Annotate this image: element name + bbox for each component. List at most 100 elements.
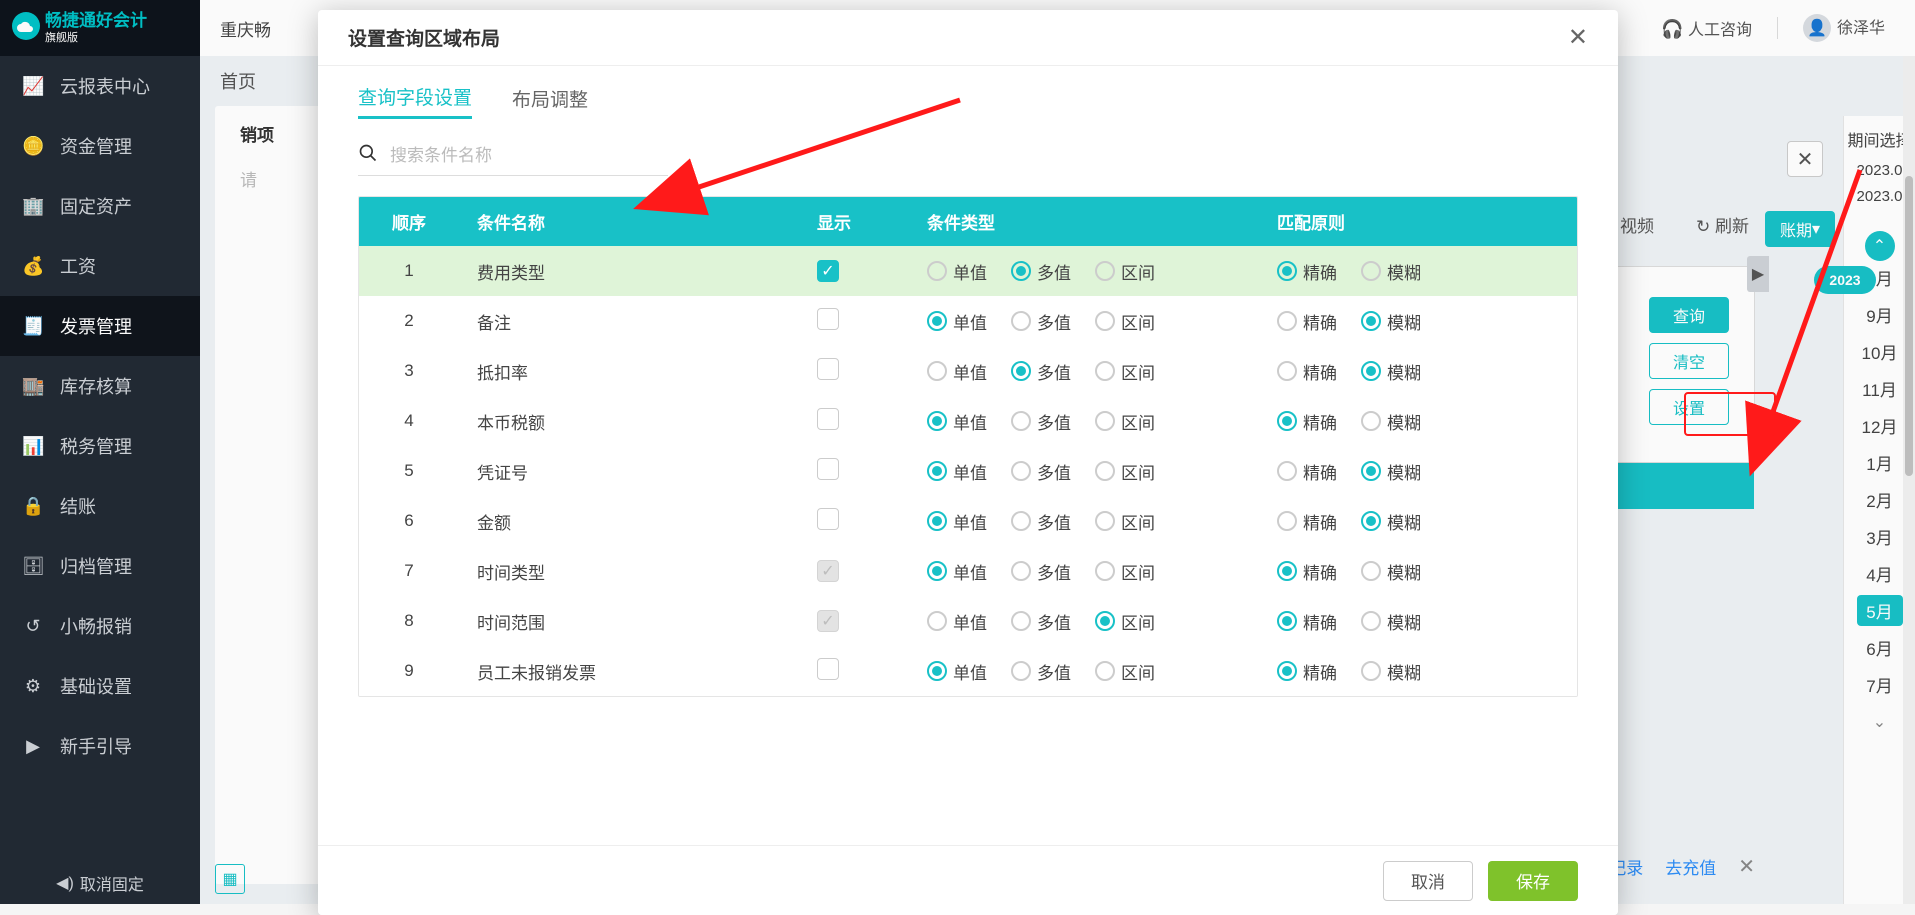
match-radio-0[interactable]: 精确 xyxy=(1277,609,1337,634)
save-button[interactable]: 保存 xyxy=(1488,861,1578,901)
type-radio-1[interactable]: 多值 xyxy=(1011,359,1071,384)
match-radio-0[interactable]: 精确 xyxy=(1277,359,1337,384)
type-radio-1[interactable]: 多值 xyxy=(1011,259,1071,284)
match-radio-1[interactable]: 模糊 xyxy=(1361,609,1421,634)
table-row: 7时间类型✓单值多值区间精确模糊 xyxy=(359,546,1577,596)
match-radio-0[interactable]: 精确 xyxy=(1277,459,1337,484)
show-checkbox[interactable] xyxy=(817,508,839,530)
radio-icon xyxy=(1361,361,1381,381)
type-radio-1[interactable]: 多值 xyxy=(1011,459,1071,484)
match-radio-1[interactable]: 模糊 xyxy=(1361,509,1421,534)
table-header: 顺序 条件名称 显示 条件类型 匹配原则 xyxy=(359,197,1577,246)
show-checkbox[interactable] xyxy=(817,408,839,430)
type-radio-0[interactable]: 单值 xyxy=(927,309,987,334)
match-radio-1[interactable]: 模糊 xyxy=(1361,359,1421,384)
cell-show xyxy=(799,358,909,385)
radio-icon xyxy=(1361,561,1381,581)
type-radio-2[interactable]: 区间 xyxy=(1095,309,1155,334)
type-radio-1[interactable]: 多值 xyxy=(1011,509,1071,534)
match-radio-1[interactable]: 模糊 xyxy=(1361,559,1421,584)
annotation-arrow-2 xyxy=(1760,160,1880,445)
type-radio-1[interactable]: 多值 xyxy=(1011,559,1071,584)
fields-table: 顺序 条件名称 显示 条件类型 匹配原则 1费用类型✓单值多值区间精确模糊2备注… xyxy=(358,196,1578,697)
type-radio-0[interactable]: 单值 xyxy=(927,259,987,284)
cell-show xyxy=(799,458,909,485)
type-radio-1[interactable]: 多值 xyxy=(1011,609,1071,634)
radio-icon xyxy=(1011,661,1031,681)
type-radio-0[interactable]: 单值 xyxy=(927,509,987,534)
match-radio-0[interactable]: 精确 xyxy=(1277,659,1337,684)
type-radio-2[interactable]: 区间 xyxy=(1095,359,1155,384)
cell-type: 单值多值区间 xyxy=(909,509,1259,534)
type-radio-2[interactable]: 区间 xyxy=(1095,259,1155,284)
cell-name: 员工未报销发票 xyxy=(459,659,799,684)
match-radio-1[interactable]: 模糊 xyxy=(1361,409,1421,434)
radio-icon xyxy=(1277,311,1297,331)
type-radio-0[interactable]: 单值 xyxy=(927,409,987,434)
match-radio-0[interactable]: 精确 xyxy=(1277,409,1337,434)
cell-name: 时间类型 xyxy=(459,559,799,584)
match-radio-1[interactable]: 模糊 xyxy=(1361,659,1421,684)
cell-name: 金额 xyxy=(459,509,799,534)
radio-icon xyxy=(1095,561,1115,581)
radio-icon xyxy=(1095,611,1115,631)
close-icon[interactable]: ✕ xyxy=(1568,23,1588,52)
cell-name: 时间范围 xyxy=(459,609,799,634)
radio-icon xyxy=(1011,461,1031,481)
show-checkbox: ✓ xyxy=(817,610,839,632)
show-checkbox[interactable] xyxy=(817,458,839,480)
table-row: 5凭证号 单值多值区间 精确模糊 xyxy=(359,446,1577,496)
search-input[interactable] xyxy=(388,145,668,167)
tab-field-settings[interactable]: 查询字段设置 xyxy=(358,83,472,119)
match-radio-1[interactable]: 模糊 xyxy=(1361,309,1421,334)
type-radio-0[interactable]: 单值 xyxy=(927,459,987,484)
cell-match: 精确模糊 xyxy=(1259,359,1539,384)
type-radio-1[interactable]: 多值 xyxy=(1011,309,1071,334)
show-checkbox[interactable] xyxy=(817,308,839,330)
type-radio-2[interactable]: 区间 xyxy=(1095,509,1155,534)
match-radio-1[interactable]: 模糊 xyxy=(1361,259,1421,284)
type-radio-0[interactable]: 单值 xyxy=(927,609,987,634)
type-radio-2[interactable]: 区间 xyxy=(1095,609,1155,634)
match-radio-0[interactable]: 精确 xyxy=(1277,509,1337,534)
type-radio-1[interactable]: 多值 xyxy=(1011,659,1071,684)
type-radio-0[interactable]: 单值 xyxy=(927,359,987,384)
cell-show: ✓ xyxy=(799,260,909,282)
radio-icon xyxy=(1277,511,1297,531)
tab-layout-adjust[interactable]: 布局调整 xyxy=(512,85,588,118)
radio-icon xyxy=(1095,261,1115,281)
match-radio-0[interactable]: 精确 xyxy=(1277,259,1337,284)
cell-name: 凭证号 xyxy=(459,459,799,484)
search-box[interactable] xyxy=(358,136,668,176)
radio-icon xyxy=(1277,361,1297,381)
dialog-title: 设置查询区域布局 xyxy=(348,24,500,51)
cell-show xyxy=(799,408,909,435)
show-checkbox[interactable] xyxy=(817,658,839,680)
cancel-button[interactable]: 取消 xyxy=(1383,861,1473,901)
show-checkbox[interactable] xyxy=(817,358,839,380)
radio-icon xyxy=(1095,661,1115,681)
radio-icon xyxy=(1011,611,1031,631)
show-checkbox[interactable]: ✓ xyxy=(817,260,839,282)
type-radio-1[interactable]: 多值 xyxy=(1011,409,1071,434)
type-radio-2[interactable]: 区间 xyxy=(1095,659,1155,684)
radio-icon xyxy=(927,361,947,381)
radio-icon xyxy=(927,661,947,681)
type-radio-2[interactable]: 区间 xyxy=(1095,559,1155,584)
radio-icon xyxy=(1095,311,1115,331)
match-radio-0[interactable]: 精确 xyxy=(1277,559,1337,584)
table-row: 1费用类型✓单值多值区间精确模糊 xyxy=(359,246,1577,296)
settings-highlight xyxy=(1684,392,1776,436)
col-match: 匹配原则 xyxy=(1259,197,1539,246)
cell-seq: 5 xyxy=(359,461,459,481)
type-radio-0[interactable]: 单值 xyxy=(927,659,987,684)
cell-match: 精确模糊 xyxy=(1259,509,1539,534)
radio-icon xyxy=(1277,261,1297,281)
radio-icon xyxy=(1011,511,1031,531)
match-radio-1[interactable]: 模糊 xyxy=(1361,459,1421,484)
match-radio-0[interactable]: 精确 xyxy=(1277,309,1337,334)
type-radio-0[interactable]: 单值 xyxy=(927,559,987,584)
type-radio-2[interactable]: 区间 xyxy=(1095,409,1155,434)
type-radio-2[interactable]: 区间 xyxy=(1095,459,1155,484)
cell-type: 单值多值区间 xyxy=(909,259,1259,284)
